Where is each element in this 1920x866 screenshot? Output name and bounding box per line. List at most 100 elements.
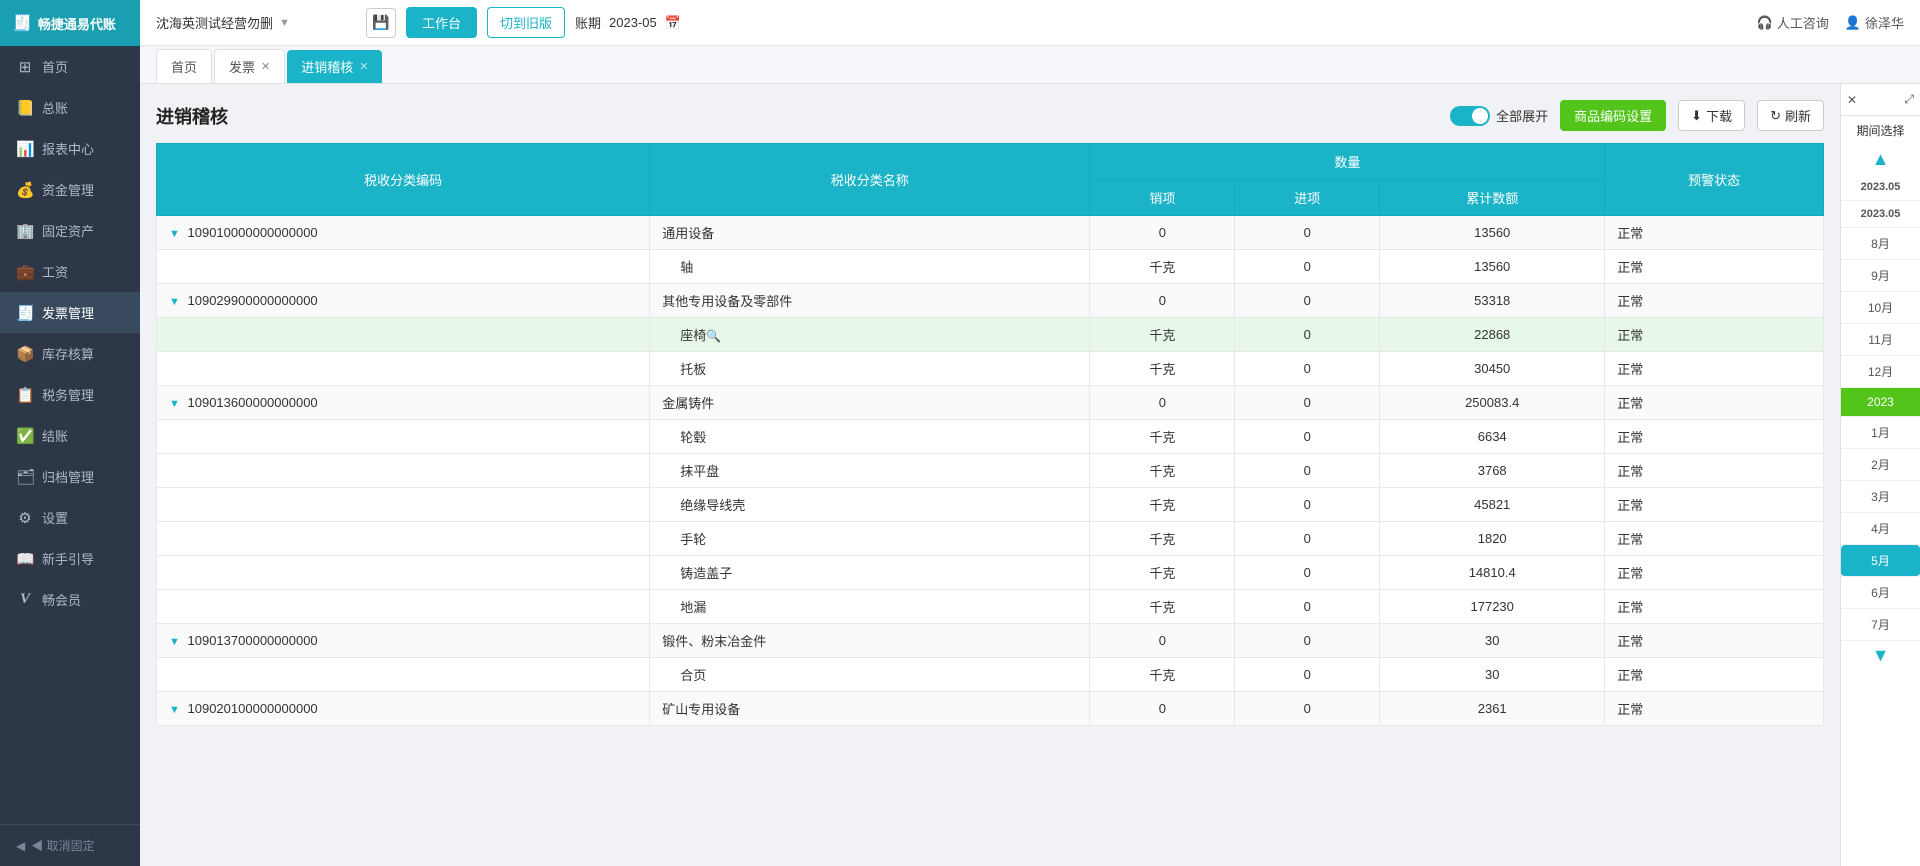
sidebar-item-inventory[interactable]: 📦 库存核算 — [0, 333, 140, 374]
download-label: 下载 — [1706, 106, 1732, 125]
sidebar-item-guide[interactable]: 📖 新手引导 — [0, 538, 140, 579]
user-name: 徐泽华 — [1865, 13, 1904, 32]
period-item[interactable]: 2023.05 — [1841, 174, 1920, 201]
group-code: 109013700000000000 — [188, 633, 318, 648]
period-item[interactable]: 10月 — [1841, 292, 1920, 324]
period-item[interactable]: 3月 — [1841, 481, 1920, 513]
th-total: 累计数额 — [1380, 180, 1605, 216]
row-code — [157, 352, 650, 386]
period-item[interactable]: 11月 — [1841, 324, 1920, 356]
invoice-icon: 🧾 — [16, 304, 34, 322]
expand-panel-icon[interactable]: ⤢ — [1904, 92, 1914, 107]
funds-icon: 💰 — [16, 181, 34, 199]
period-item[interactable]: 4月 — [1841, 513, 1920, 545]
th-status: 预警状态 — [1605, 144, 1824, 216]
row-code — [157, 556, 650, 590]
calendar-icon[interactable]: 📅 — [665, 15, 681, 31]
sidebar-item-settings[interactable]: ⚙ 设置 — [0, 497, 140, 538]
period-item[interactable]: 12月 — [1841, 356, 1920, 388]
row-code: ▼ 109010000000000000 — [157, 216, 650, 250]
row-purchase: 0 — [1235, 692, 1380, 726]
expand-icon[interactable]: ▼ — [169, 398, 180, 410]
switch-version-button[interactable]: 切到旧版 — [487, 7, 565, 38]
sidebar-item-member[interactable]: V 畅会员 — [0, 579, 140, 620]
row-sales: 0 — [1235, 590, 1380, 624]
unpin-icon: ◀ — [16, 839, 25, 853]
period-item[interactable]: 6月 — [1841, 577, 1920, 609]
row-name: 铸造盖子 — [650, 556, 1090, 590]
period-item[interactable]: 7月 — [1841, 609, 1920, 641]
tab-reconcile-close[interactable]: ✕ — [359, 60, 368, 73]
sidebar-label-funds: 资金管理 — [42, 180, 94, 199]
save-icon: 💾 — [372, 14, 389, 31]
workbench-button[interactable]: 工作台 — [406, 7, 477, 38]
sidebar-label-archive: 归档管理 — [42, 467, 94, 486]
expand-icon[interactable]: ▼ — [169, 296, 180, 308]
row-status: 正常 — [1605, 420, 1824, 454]
row-code — [157, 318, 650, 352]
group-code: 109029900000000000 — [188, 293, 318, 308]
page-title: 进销稽核 — [156, 103, 228, 129]
download-button[interactable]: ⬇ 下载 — [1678, 100, 1745, 131]
period-item[interactable]: 8月 — [1841, 228, 1920, 260]
sidebar-unpin[interactable]: ◀ ◀ 取消固定 — [0, 824, 140, 866]
period-up-arrow[interactable]: ▲ — [1841, 145, 1920, 174]
close-panel-icon[interactable]: ✕ — [1847, 93, 1857, 107]
row-status: 正常 — [1605, 216, 1824, 250]
row-status: 正常 — [1605, 250, 1824, 284]
sidebar-item-reports[interactable]: 📊 报表中心 — [0, 128, 140, 169]
period-item[interactable]: 2月 — [1841, 449, 1920, 481]
tab-home[interactable]: 首页 — [156, 49, 212, 83]
sidebar-label-inventory: 库存核算 — [42, 344, 94, 363]
expand-icon[interactable]: ▼ — [169, 704, 180, 716]
tab-invoice-close[interactable]: ✕ — [261, 60, 270, 73]
row-status: 正常 — [1605, 692, 1824, 726]
row-total: 45821 — [1380, 488, 1605, 522]
sidebar-item-funds[interactable]: 💰 资金管理 — [0, 169, 140, 210]
period-item[interactable]: 2023.05 — [1841, 201, 1920, 228]
sidebar-item-archive[interactable]: 🗂 归档管理 — [0, 456, 140, 497]
sidebar-label-salary: 工资 — [42, 262, 68, 281]
service-button[interactable]: 🎧 人工咨询 — [1757, 13, 1829, 32]
tab-invoice[interactable]: 发票 ✕ — [214, 49, 285, 83]
sidebar-item-salary[interactable]: 💼 工资 — [0, 251, 140, 292]
guide-icon: 📖 — [16, 550, 34, 568]
toggle-all-switch[interactable] — [1450, 106, 1490, 126]
tab-reconcile[interactable]: 进销稽核 ✕ — [287, 50, 382, 83]
period-item[interactable]: 2023 — [1841, 388, 1920, 417]
th-purchase: 进项 — [1235, 180, 1380, 216]
row-name: 托板 — [650, 352, 1090, 386]
row-total: 30450 — [1380, 352, 1605, 386]
period-down-arrow[interactable]: ▼ — [1841, 641, 1920, 670]
sidebar-item-ledger[interactable]: 📒 总账 — [0, 87, 140, 128]
row-total: 2361 — [1380, 692, 1605, 726]
sidebar-item-invoice[interactable]: 🧾 发票管理 — [0, 292, 140, 333]
sidebar-item-assets[interactable]: 🏢 固定资产 — [0, 210, 140, 251]
sidebar-nav: ⊞ 首页 📒 总账 📊 报表中心 💰 资金管理 🏢 固定资产 💼 工资 🧾 发票… — [0, 46, 140, 824]
row-status: 正常 — [1605, 522, 1824, 556]
row-sales: 0 — [1235, 658, 1380, 692]
sidebar-item-settlement[interactable]: ✅ 结账 — [0, 415, 140, 456]
row-total: 13560 — [1380, 250, 1605, 284]
company-selector[interactable]: 沈海英测试经营勿删 ▼ — [156, 13, 356, 32]
ledger-icon: 📒 — [16, 99, 34, 117]
sidebar-item-tax[interactable]: 📋 税务管理 — [0, 374, 140, 415]
row-sales: 0 — [1235, 522, 1380, 556]
period-item[interactable]: 5月 — [1841, 545, 1920, 577]
period-item[interactable]: 9月 — [1841, 260, 1920, 292]
tab-home-label: 首页 — [171, 57, 197, 76]
period-item[interactable]: 1月 — [1841, 417, 1920, 449]
search-icon[interactable]: 🔍 — [706, 329, 721, 343]
home-icon: ⊞ — [16, 58, 34, 76]
save-button[interactable]: 💾 — [366, 8, 396, 38]
refresh-button[interactable]: ↻ 刷新 — [1757, 100, 1824, 131]
product-code-settings-button[interactable]: 商品编码设置 — [1560, 100, 1666, 131]
expand-icon[interactable]: ▼ — [169, 636, 180, 648]
user-menu[interactable]: 👤 徐泽华 — [1845, 13, 1904, 32]
assets-icon: 🏢 — [16, 222, 34, 240]
sidebar-item-home[interactable]: ⊞ 首页 — [0, 46, 140, 87]
row-sales: 0 — [1090, 386, 1235, 420]
tab-reconcile-label: 进销稽核 — [301, 57, 353, 76]
row-name: 绝缘导线壳 — [650, 488, 1090, 522]
expand-icon[interactable]: ▼ — [169, 228, 180, 240]
